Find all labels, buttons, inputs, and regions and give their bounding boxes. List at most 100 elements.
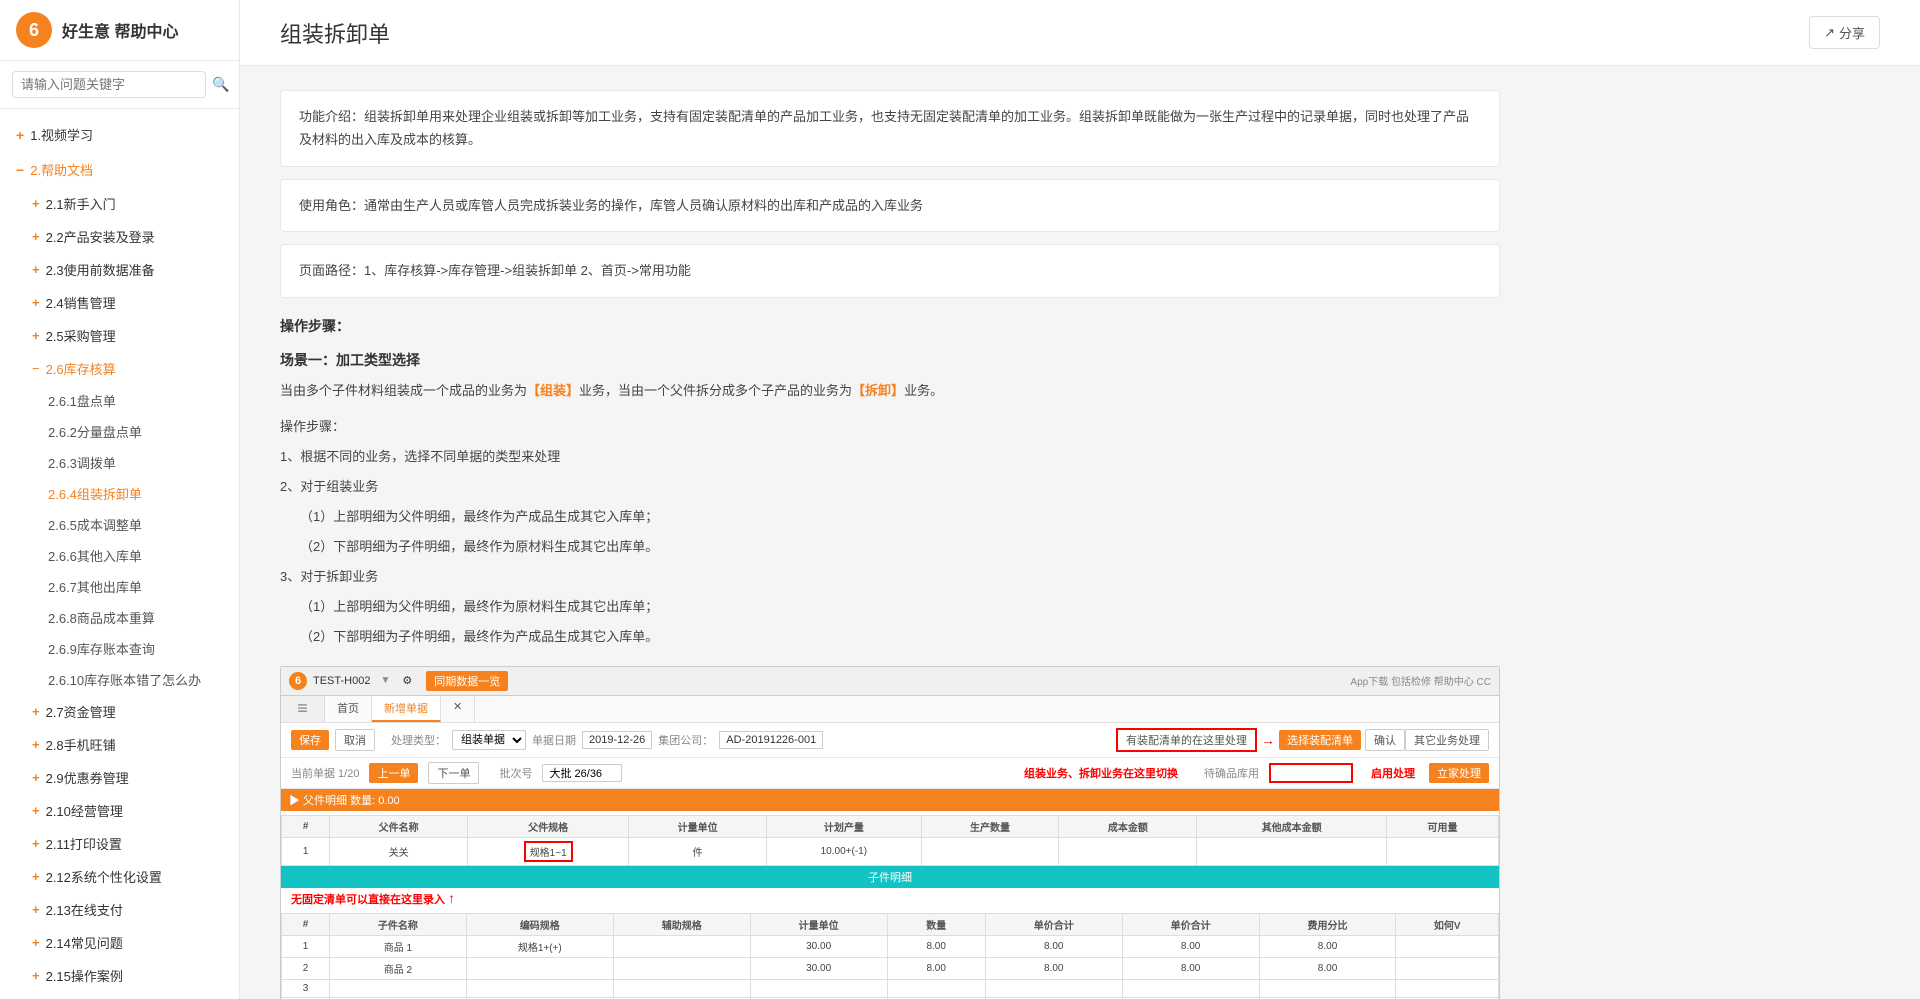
mock-warehouse-input[interactable] xyxy=(1271,765,1351,781)
page-title: 组装拆卸单 xyxy=(280,17,390,49)
td-parent-spec: 规格1~1 xyxy=(468,837,629,865)
sidebar-item-label: 2.5采购管理 xyxy=(46,326,116,345)
role-intro-block: 使用角色：通常由生产人员或库管人员完成拆装业务的操作，库管人员确认原材料的出库和… xyxy=(280,179,1500,232)
mock-tab-close[interactable]: ✕ xyxy=(441,696,475,722)
mock-tab-home[interactable]: 首页 xyxy=(325,696,372,722)
sidebar-item-label: 2.10经营管理 xyxy=(46,801,123,820)
mock-next-btn[interactable]: 下一单 xyxy=(428,762,479,784)
sidebar-item-label: 2.7资金管理 xyxy=(46,702,116,721)
td-cost xyxy=(1059,837,1197,865)
td-plan-qty: 10.00+(-1) xyxy=(767,837,922,865)
sidebar-item-cost-recalc[interactable]: 2.6.8商品成本重算 xyxy=(0,602,239,633)
mock-other-btn[interactable]: 其它业务处理 xyxy=(1405,729,1489,751)
plus-icon: + xyxy=(32,295,40,310)
sidebar-item-cases[interactable]: + 2.15操作案例 xyxy=(0,959,239,992)
plus-icon: + xyxy=(32,704,40,719)
sidebar-item-payment[interactable]: + 2.13在线支付 xyxy=(0,893,239,926)
th-price-total: 单价合计 xyxy=(1122,913,1259,935)
mock-tabs-row: ≡ 首页 新增单据 ✕ xyxy=(281,696,1499,723)
table-row: 1 关关 规格1~1 件 10.00+(-1) xyxy=(282,837,1499,865)
table-row: 3 xyxy=(282,979,1499,997)
mock-count-label: 当前单据 1/20 xyxy=(291,765,359,781)
step3-1: （1）上部明细为父件明细，最终作为原材料生成其它出库单； xyxy=(280,594,1500,620)
td-unit: 件 xyxy=(629,837,767,865)
sidebar-item-label: 2.11打印设置 xyxy=(46,834,122,853)
mock-date-value: 2019-12-26 xyxy=(582,731,652,749)
sidebar-item-coupon[interactable]: + 2.9优惠券管理 xyxy=(0,761,239,794)
sidebar-item-install[interactable]: + 2.2产品安装及登录 xyxy=(0,220,239,253)
mock-settings-icon: ⚙ xyxy=(402,674,412,687)
sidebar-item-newuser[interactable]: + 2.1新手入门 xyxy=(0,187,239,220)
sidebar-item-label: 2.9优惠券管理 xyxy=(46,768,129,787)
sidebar-item-other-out[interactable]: 2.6.7其他出库单 xyxy=(0,571,239,602)
logo-icon: 6 xyxy=(16,12,52,48)
plus-icon: + xyxy=(32,836,40,851)
plus-icon: + xyxy=(32,803,40,818)
plus-icon: + xyxy=(32,196,40,211)
th-unit-price: 单价合计 xyxy=(985,913,1122,935)
th-cost: 成本金额 xyxy=(1059,815,1197,837)
sidebar-item-label: 1.视频学习 xyxy=(30,125,93,144)
mock-type-select[interactable]: 组装单据 拆卸单据 xyxy=(452,730,526,750)
sidebar-item-print[interactable]: + 2.11打印设置 xyxy=(0,827,239,860)
mock-select-bom-btn[interactable]: 选择装配清单 xyxy=(1279,730,1361,750)
sidebar-item-label: 2.13在线支付 xyxy=(46,900,123,919)
mock-child-label: 子件明细 xyxy=(868,869,912,885)
mock-cancel-btn[interactable]: 取消 xyxy=(335,729,375,751)
th-seq: # xyxy=(282,913,330,935)
sidebar-item-stock-error[interactable]: 2.6.10库存账本错了怎么办 xyxy=(0,664,239,695)
mock-logo: 6 xyxy=(289,672,307,690)
function-intro-block: 功能介绍：组装拆卸单用来处理企业组装或拆卸等加工业务，支持有固定装配清单的产品加… xyxy=(280,90,1500,167)
sidebar-item-videos[interactable]: + 1.视频学习 xyxy=(0,117,239,152)
nav-tree: + 1.视频学习 − 2.帮助文档 + 2.1新手入门 + 2.2产品安装及登录 xyxy=(0,109,239,999)
mock-batchno-input[interactable] xyxy=(542,764,622,782)
mock-period-btn[interactable]: 同期数据一览 xyxy=(426,671,508,691)
th-howv: 如何V xyxy=(1396,913,1499,935)
sidebar-item-faq[interactable]: + 2.14常见问题 xyxy=(0,926,239,959)
th-parent-name: 父件名称 xyxy=(330,815,468,837)
th-qty: 数量 xyxy=(887,913,985,935)
td-prod-qty xyxy=(921,837,1059,865)
sidebar-item-mobile[interactable]: + 2.8手机旺铺 xyxy=(0,728,239,761)
sidebar-item-settings[interactable]: + 2.12系统个性化设置 xyxy=(0,860,239,893)
mock-confirm-btn[interactable]: 确认 xyxy=(1365,729,1405,751)
mock-tab-newdoc[interactable]: 新增单据 xyxy=(372,696,441,722)
main-content: 组装拆卸单 ↗ 分享 功能介绍：组装拆卸单用来处理企业组装或拆卸等加工业务，支持… xyxy=(240,0,1920,999)
sidebar-item-costadjust[interactable]: 2.6.5成本调整单 xyxy=(0,509,239,540)
search-input[interactable] xyxy=(12,71,206,98)
sidebar-item-purchase[interactable]: + 2.5采购管理 xyxy=(0,319,239,352)
step1: 1、根据不同的业务，选择不同单据的类型来处理 xyxy=(280,444,1500,470)
sidebar-item-label: 2.1新手入门 xyxy=(46,194,116,213)
th-aux-spec: 辅助规格 xyxy=(613,913,750,935)
steps-title: 操作步骤： xyxy=(280,414,1500,440)
search-button[interactable]: 🔍 xyxy=(212,76,229,93)
sidebar-item-transfer[interactable]: 2.6.3调拨单 xyxy=(0,447,239,478)
keyword-assemble: 【组装】 xyxy=(527,383,579,398)
sidebar-item-inventory[interactable]: − 2.6库存核算 xyxy=(0,352,239,385)
step2-1: （1）上部明细为父件明细，最终作为产成品生成其它入库单； xyxy=(280,504,1500,530)
plus-icon: + xyxy=(32,770,40,785)
sidebar-item-partcount[interactable]: 2.6.2分量盘点单 xyxy=(0,416,239,447)
mock-dept-label: 集团公司： xyxy=(658,732,713,748)
mock-prev-btn[interactable]: 上一单 xyxy=(369,763,418,783)
sidebar-item-stockcount[interactable]: 2.6.1盘点单 xyxy=(0,385,239,416)
sidebar-item-assemble[interactable]: 2.6.4组装拆卸单 xyxy=(0,478,239,509)
sidebar-item-helpdocs[interactable]: − 2.帮助文档 xyxy=(0,152,239,187)
table-row: 1 商品 1 规格1+(+) 30.00 8.00 8.00 8.00 8.00 xyxy=(282,935,1499,957)
sidebar-item-label: 2.帮助文档 xyxy=(30,160,93,179)
step2-2: （2）下部明细为子件明细，最终作为原材料生成其它出库单。 xyxy=(280,534,1500,560)
share-button[interactable]: ↗ 分享 xyxy=(1809,16,1880,49)
step3: 3、对于拆卸业务 xyxy=(280,564,1500,590)
mock-batchno-label: 批次号 xyxy=(499,765,532,781)
mock-enable-btn[interactable]: 立家处理 xyxy=(1429,763,1489,783)
mock-save-btn[interactable]: 保存 xyxy=(291,730,329,750)
mock-nofixed-annotation: 无固定清单可以直接在这里录入 ↑ xyxy=(281,888,1499,909)
sidebar-item-dataprep[interactable]: + 2.3使用前数据准备 xyxy=(0,253,239,286)
sidebar-item-stock-query[interactable]: 2.6.9库存账本查询 xyxy=(0,633,239,664)
sidebar-item-finance[interactable]: + 2.7资金管理 xyxy=(0,695,239,728)
arrow-right-icon: → xyxy=(1261,732,1275,748)
sidebar-item-sales[interactable]: + 2.4销售管理 xyxy=(0,286,239,319)
sidebar-item-other-in[interactable]: 2.6.6其他入库单 xyxy=(0,540,239,571)
sidebar-item-operation[interactable]: + 2.10经营管理 xyxy=(0,794,239,827)
scenario1-desc-text: 当由多个子件材料组装成一个成品的业务为 xyxy=(280,383,527,398)
